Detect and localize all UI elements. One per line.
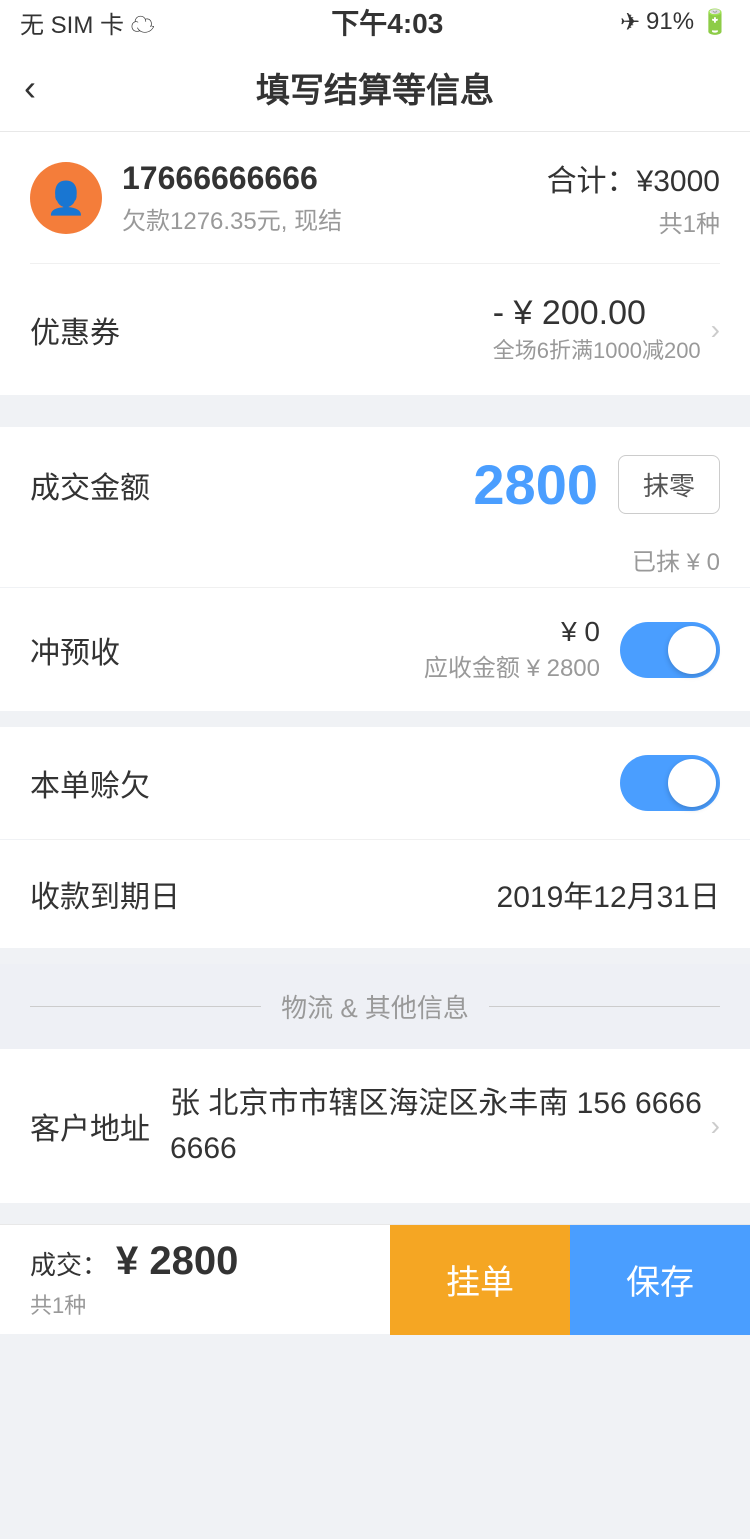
deal-row: 成交金额 2800 抹零 xyxy=(30,427,720,542)
coupon-row[interactable]: 优惠券 - ¥ 200.00 全场6折满1000减200 › xyxy=(0,264,750,395)
total-amount: 合计：¥3000 xyxy=(547,156,720,200)
battery-icon: 🔋 xyxy=(700,8,730,37)
prepay-value: ¥ 0 xyxy=(424,616,600,648)
due-date-row: 收款到期日 2019年12月31日 xyxy=(0,840,750,948)
battery-status: 91% xyxy=(646,8,694,36)
address-value: 张 北京市市辖区海淀区永丰南 156 6666 6666 xyxy=(170,1081,711,1171)
coupon-label: 优惠券 xyxy=(30,308,120,352)
customer-total: 合计：¥3000 共1种 xyxy=(547,156,720,239)
nav-bar: ‹ 填写结算等信息 xyxy=(0,44,750,132)
deal-section: 成交金额 2800 抹零 已抹 ¥ 0 xyxy=(0,427,750,587)
coupon-desc: 全场6折满1000减200 xyxy=(493,333,701,365)
logistics-divider-text: 物流 & 其他信息 xyxy=(281,988,469,1025)
bottom-total-label: 成交： xyxy=(30,1245,108,1282)
debt-label: 本单赊欠 xyxy=(30,761,150,805)
hang-order-button[interactable]: 挂单 xyxy=(390,1225,570,1335)
customer-row: 👤 17666666666 欠款1276.35元, 现结 合计：¥3000 共1… xyxy=(0,132,750,263)
status-bar: 无 SIM 卡 ☁ 下午4:03 ✈ 91% 🔋 xyxy=(0,0,750,44)
total-count: 共1种 xyxy=(547,204,720,239)
address-section: 客户地址 张 北京市市辖区海淀区永丰南 156 6666 6666 › xyxy=(0,1049,750,1203)
status-right: ✈ 91% 🔋 xyxy=(620,8,730,37)
prepay-sub: 应收金额 ¥ 2800 xyxy=(424,648,600,683)
navigation-icon: ✈ xyxy=(620,8,640,37)
address-label: 客户地址 xyxy=(30,1104,150,1148)
avatar-icon: 👤 xyxy=(46,179,86,217)
bottom-total-amount: ¥ 2800 xyxy=(116,1239,238,1284)
round-zero-button[interactable]: 抹零 xyxy=(618,455,720,514)
debt-row: 本单赊欠 xyxy=(0,727,750,839)
gray-separator3 xyxy=(0,948,750,964)
address-row[interactable]: 客户地址 张 北京市市辖区海淀区永丰南 156 6666 6666 › xyxy=(0,1049,750,1203)
bottom-total-count: 共1种 xyxy=(30,1288,360,1320)
bottom-total: 成交： ¥ 2800 共1种 xyxy=(0,1239,390,1320)
status-left: 无 SIM 卡 ☁ xyxy=(20,5,155,40)
prepay-toggle[interactable] xyxy=(620,622,720,678)
address-chevron-icon: › xyxy=(711,1110,720,1142)
customer-phone: 17666666666 xyxy=(122,160,547,197)
logistics-divider: 物流 & 其他信息 xyxy=(0,964,750,1049)
deal-label: 成交金额 xyxy=(30,463,150,507)
deal-amount: 2800 xyxy=(473,457,598,513)
prepay-label: 冲预收 xyxy=(30,628,120,672)
coupon-right: - ¥ 200.00 全场6折满1000减200 › xyxy=(493,294,720,365)
coupon-chevron-icon: › xyxy=(711,314,720,346)
prepay-right: ¥ 0 应收金额 ¥ 2800 xyxy=(424,616,720,683)
deal-sub: 已抹 ¥ 0 xyxy=(30,542,720,587)
bottom-total-top: 成交： ¥ 2800 xyxy=(30,1239,360,1284)
deal-right: 2800 抹零 xyxy=(473,455,720,514)
due-date-value: 2019年12月31日 xyxy=(497,872,720,916)
back-button[interactable]: ‹ xyxy=(24,67,36,109)
sim-status: 无 SIM 卡 ☁ xyxy=(20,5,155,40)
customer-sub: 欠款1276.35元, 现结 xyxy=(122,201,547,236)
avatar: 👤 xyxy=(30,162,102,234)
page-title: 填写结算等信息 xyxy=(256,63,494,112)
customer-info: 17666666666 欠款1276.35元, 现结 xyxy=(122,160,547,236)
coupon-amount: - ¥ 200.00 xyxy=(493,294,701,333)
status-time: 下午4:03 xyxy=(331,2,443,42)
debt-toggle[interactable] xyxy=(620,755,720,811)
due-date-label: 收款到期日 xyxy=(30,872,180,916)
save-button[interactable]: 保存 xyxy=(570,1225,750,1335)
prepay-row: 冲预收 ¥ 0 应收金额 ¥ 2800 xyxy=(0,588,750,711)
bottom-bar: 成交： ¥ 2800 共1种 挂单 保存 xyxy=(0,1224,750,1334)
gray-separator2 xyxy=(0,711,750,727)
gray-separator xyxy=(0,411,750,427)
customer-section: 👤 17666666666 欠款1276.35元, 现结 合计：¥3000 共1… xyxy=(0,132,750,395)
